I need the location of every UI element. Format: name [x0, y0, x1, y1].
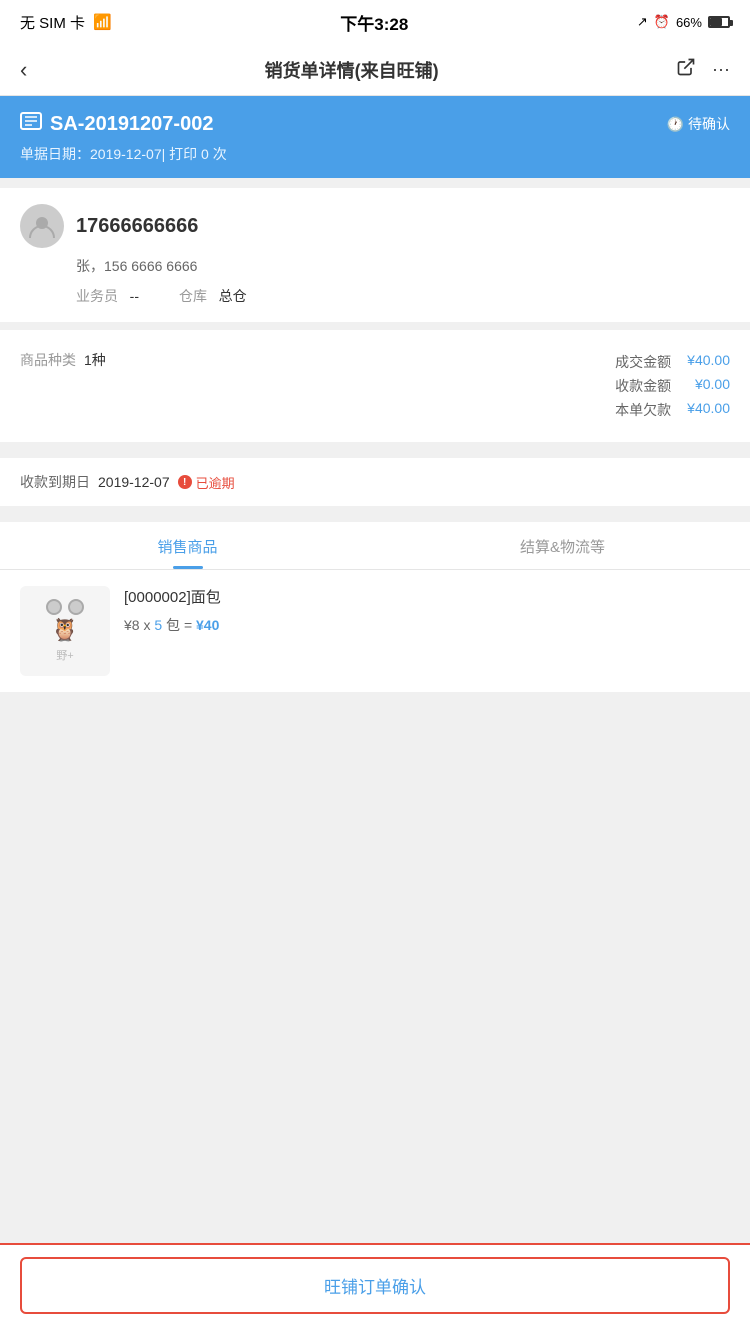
wifi-icon: 📶 [93, 13, 112, 31]
goods-type-label: 商品种类 [20, 350, 76, 370]
status-left: 无 SIM 卡 📶 [20, 12, 112, 33]
confirm-order-button[interactable]: 旺铺订单确认 [20, 1257, 730, 1314]
battery-icon [708, 16, 730, 28]
product-name: [0000002]面包 [124, 586, 730, 607]
received-label: 收款金额 [615, 376, 671, 396]
owl-left-eye [46, 599, 62, 615]
due-date-card: 收款到期日 2019-12-07 ! 已逾期 [0, 458, 750, 506]
order-header-card: SA-20191207-002 🕐 待确认 单据日期：2019-12-07| 打… [0, 96, 750, 178]
tab-settlement-logistics[interactable]: 结算&物流等 [375, 522, 750, 569]
due-date-value: 2019-12-07 [98, 474, 170, 490]
page-title: 销货单详情(来自旺铺) [265, 57, 439, 83]
status-right: ↗ ⏰ 66% [637, 14, 730, 30]
avatar [20, 204, 64, 248]
customer-name: 张，156 6666 6666 [20, 256, 730, 276]
divider-2 [0, 442, 750, 450]
product-owl-logo: 🦉 野+ [46, 599, 84, 663]
goods-type-value: 1种 [84, 350, 106, 370]
nav-actions: ··· [676, 57, 730, 82]
warehouse-label: 仓库 [179, 288, 207, 304]
product-total: ¥40 [196, 617, 219, 633]
tabs-container: 销售商品 结算&物流等 [0, 522, 750, 570]
product-info: [0000002]面包 ¥8 x 5 包 = ¥40 [124, 586, 730, 635]
battery-label: 66% [676, 15, 702, 30]
nav-bar: ‹ 销货单详情(来自旺铺) ··· [0, 44, 750, 96]
tab-sales-goods[interactable]: 销售商品 [0, 522, 375, 569]
carrier-label: 无 SIM 卡 [20, 12, 85, 33]
owl-right-eye [68, 599, 84, 615]
owl-body-icon: 🦉 [51, 617, 78, 643]
overdue-text: 已逾期 [196, 473, 235, 492]
order-date: 单据日期：2019-12-07| 打印 0 次 [20, 144, 730, 164]
divider-3 [0, 506, 750, 514]
back-button[interactable]: ‹ [20, 57, 27, 83]
due-label: 收款到期日 [20, 472, 90, 492]
share-icon[interactable] [676, 57, 696, 82]
more-icon[interactable]: ··· [712, 59, 730, 80]
amounts-column: 成交金额 ¥40.00 收款金额 ¥0.00 本单欠款 ¥40.00 [615, 350, 730, 422]
status-bar: 无 SIM 卡 📶 下午3:28 ↗ ⏰ 66% [0, 0, 750, 44]
warehouse-value: 总仓 [219, 288, 247, 304]
overdue-badge: ! 已逾期 [178, 473, 235, 492]
amount-value: ¥40.00 [687, 352, 730, 372]
divider-1 [0, 322, 750, 330]
customer-phone: 17666666666 [76, 215, 198, 238]
sales-label: 业务员 [76, 288, 118, 304]
order-icon [20, 112, 42, 136]
location-icon: ↗ [637, 14, 648, 30]
sales-value: -- [130, 288, 139, 304]
products-container: 🦉 野+ [0000002]面包 ¥8 x 5 包 = ¥40 [0, 570, 750, 692]
product-qty: 5 [154, 617, 162, 633]
summary-card: 商品种类 1种 成交金额 ¥40.00 收款金额 ¥0.00 本单欠款 ¥40.… [0, 330, 750, 442]
bottom-spacer [0, 692, 750, 872]
customer-card: 17666666666 张，156 6666 6666 业务员 -- 仓库 总仓 [0, 188, 750, 322]
clock-icon: 🕐 [667, 116, 684, 133]
product-item: 🦉 野+ [0000002]面包 ¥8 x 5 包 = ¥40 [20, 586, 730, 676]
order-status: 🕐 待确认 [667, 114, 730, 134]
time-label: 下午3:28 [340, 10, 408, 35]
product-thumbnail: 🦉 野+ [20, 586, 110, 676]
amount-label: 成交金额 [615, 352, 671, 372]
overdue-icon: ! [178, 475, 192, 489]
alarm-icon: ⏰ [654, 14, 670, 30]
product-calc: ¥8 x 5 包 = ¥40 [124, 615, 730, 635]
received-value: ¥0.00 [695, 376, 730, 396]
order-id: SA-20191207-002 [20, 112, 213, 136]
action-bar: 旺铺订单确认 [0, 1243, 750, 1334]
owe-value: ¥40.00 [687, 400, 730, 420]
owe-label: 本单欠款 [615, 400, 671, 420]
customer-meta: 业务员 -- 仓库 总仓 [20, 286, 730, 306]
